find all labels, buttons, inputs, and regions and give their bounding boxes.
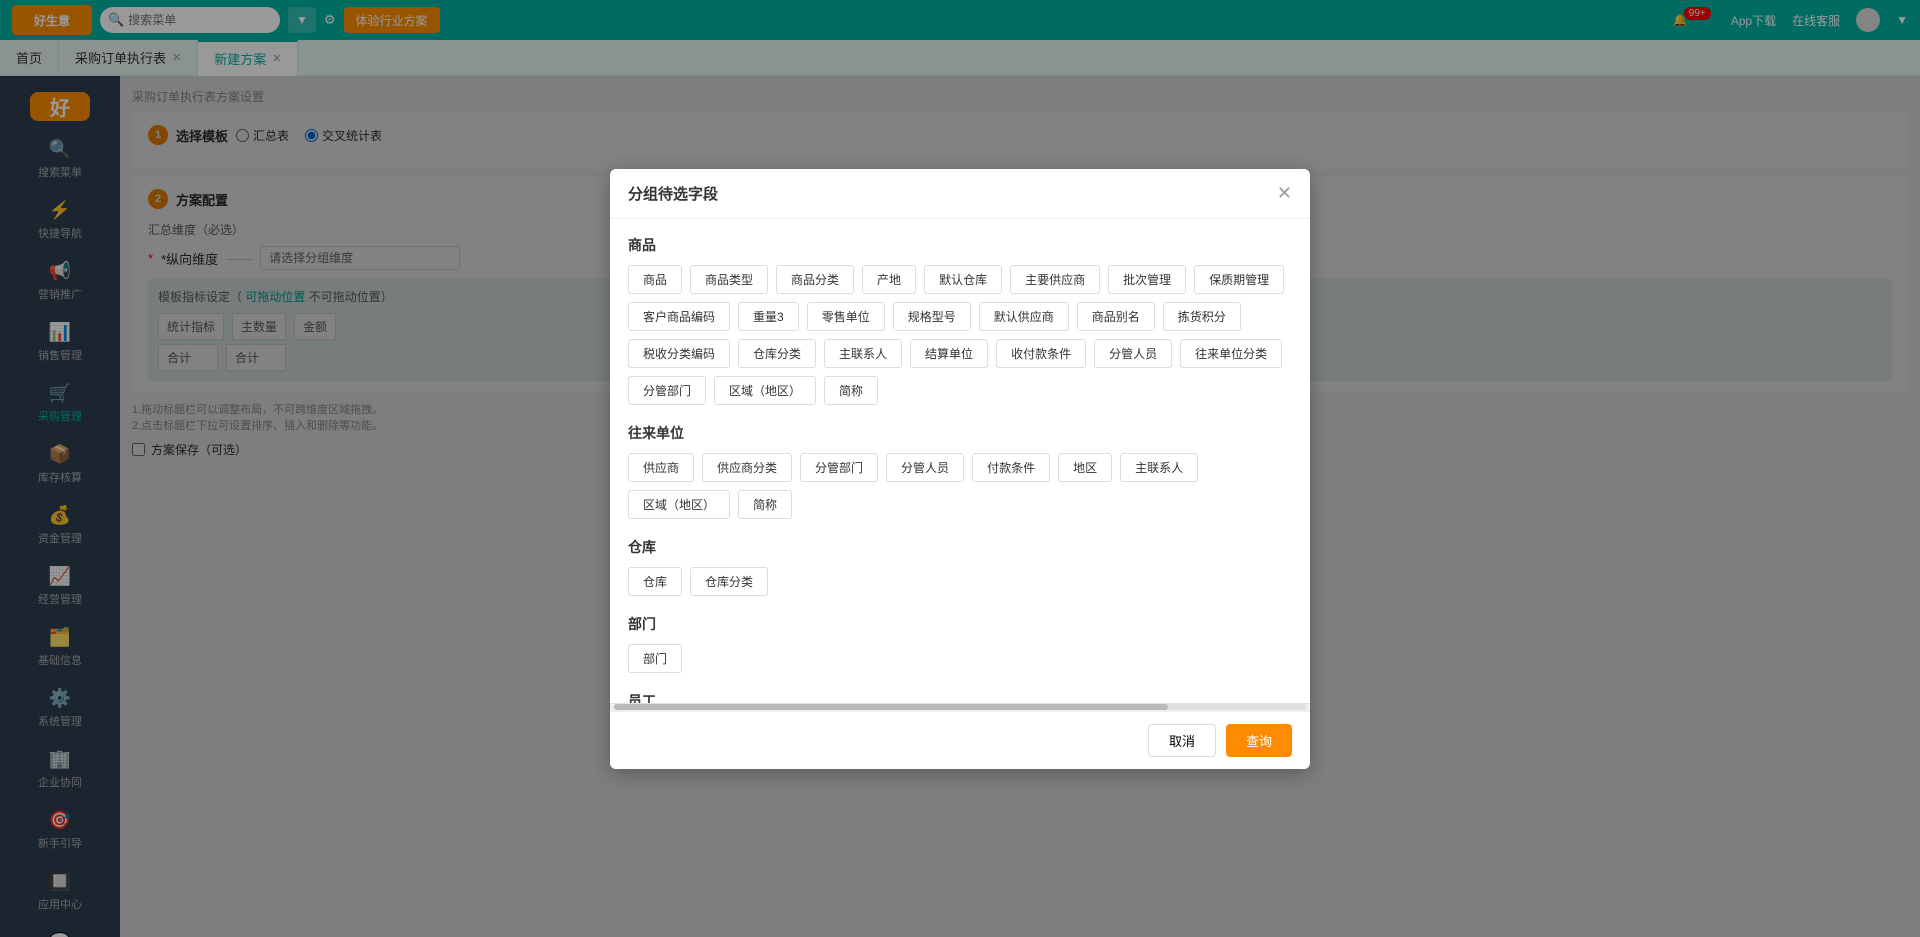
section-employee: 员工 业务员 (628, 691, 1292, 704)
tag-product-23[interactable]: 区域（地区） (714, 376, 816, 405)
section-partner: 往来单位 供应商 供应商分类 分管部门 分管人员 付款条件 地区 主联系人 区域… (628, 423, 1292, 519)
tag-product-17[interactable]: 主联系人 (824, 339, 902, 368)
section-product-title: 商品 (628, 235, 1292, 255)
tag-department-0[interactable]: 部门 (628, 644, 682, 673)
tag-product-18[interactable]: 结算单位 (910, 339, 988, 368)
dialog-title: 分组待选字段 (628, 183, 718, 204)
section-partner-tags: 供应商 供应商分类 分管部门 分管人员 付款条件 地区 主联系人 区域（地区） … (628, 453, 1292, 519)
tag-partner-6[interactable]: 主联系人 (1120, 453, 1198, 482)
section-warehouse: 仓库 仓库 仓库分类 (628, 537, 1292, 596)
tag-partner-5[interactable]: 地区 (1058, 453, 1112, 482)
section-warehouse-tags: 仓库 仓库分类 (628, 567, 1292, 596)
tag-product-0[interactable]: 商品 (628, 265, 682, 294)
tag-product-3[interactable]: 产地 (862, 265, 916, 294)
tag-product-10[interactable]: 零售单位 (807, 302, 885, 331)
tag-product-11[interactable]: 规格型号 (893, 302, 971, 331)
tag-product-8[interactable]: 客户商品编码 (628, 302, 730, 331)
tag-product-12[interactable]: 默认供应商 (979, 302, 1069, 331)
tag-product-20[interactable]: 分管人员 (1094, 339, 1172, 368)
field-select-dialog: 分组待选字段 ✕ 商品 商品 商品类型 商品分类 产地 默认仓库 主要供应商 批… (610, 169, 1310, 769)
section-product-tags: 商品 商品类型 商品分类 产地 默认仓库 主要供应商 批次管理 保质期管理 客户… (628, 265, 1292, 405)
tag-partner-7[interactable]: 区域（地区） (628, 490, 730, 519)
tag-warehouse-1[interactable]: 仓库分类 (690, 567, 768, 596)
tag-product-2[interactable]: 商品分类 (776, 265, 854, 294)
tag-product-19[interactable]: 收付款条件 (996, 339, 1086, 368)
tag-product-6[interactable]: 批次管理 (1108, 265, 1186, 294)
tag-product-1[interactable]: 商品类型 (690, 265, 768, 294)
tag-product-22[interactable]: 分管部门 (628, 376, 706, 405)
dialog-hscrollbar[interactable] (610, 703, 1310, 710)
tag-product-14[interactable]: 拣货积分 (1163, 302, 1241, 331)
dialog-footer: 取消 查询 (610, 711, 1310, 769)
confirm-button[interactable]: 查询 (1226, 724, 1292, 757)
section-department: 部门 部门 (628, 614, 1292, 673)
tag-product-15[interactable]: 税收分类编码 (628, 339, 730, 368)
dialog-overlay: 分组待选字段 ✕ 商品 商品 商品类型 商品分类 产地 默认仓库 主要供应商 批… (0, 0, 1920, 937)
tag-partner-0[interactable]: 供应商 (628, 453, 694, 482)
tag-partner-8[interactable]: 简称 (738, 490, 792, 519)
tag-partner-3[interactable]: 分管人员 (886, 453, 964, 482)
tag-partner-2[interactable]: 分管部门 (800, 453, 878, 482)
tag-product-7[interactable]: 保质期管理 (1194, 265, 1284, 294)
section-product: 商品 商品 商品类型 商品分类 产地 默认仓库 主要供应商 批次管理 保质期管理… (628, 235, 1292, 405)
tag-warehouse-0[interactable]: 仓库 (628, 567, 682, 596)
section-department-title: 部门 (628, 614, 1292, 634)
dialog-header: 分组待选字段 ✕ (610, 169, 1310, 219)
tag-partner-4[interactable]: 付款条件 (972, 453, 1050, 482)
section-employee-title: 员工 (628, 691, 1292, 704)
tag-product-5[interactable]: 主要供应商 (1010, 265, 1100, 294)
tag-product-21[interactable]: 往来单位分类 (1180, 339, 1282, 368)
section-partner-title: 往来单位 (628, 423, 1292, 443)
tag-product-16[interactable]: 仓库分类 (738, 339, 816, 368)
cancel-button[interactable]: 取消 (1148, 724, 1216, 757)
section-warehouse-title: 仓库 (628, 537, 1292, 557)
dialog-body: 商品 商品 商品类型 商品分类 产地 默认仓库 主要供应商 批次管理 保质期管理… (610, 219, 1310, 704)
section-department-tags: 部门 (628, 644, 1292, 673)
tag-product-24[interactable]: 简称 (824, 376, 878, 405)
tag-product-9[interactable]: 重量3 (738, 302, 799, 331)
tag-partner-1[interactable]: 供应商分类 (702, 453, 792, 482)
tag-product-13[interactable]: 商品别名 (1077, 302, 1155, 331)
dialog-close-btn[interactable]: ✕ (1277, 183, 1292, 204)
tag-product-4[interactable]: 默认仓库 (924, 265, 1002, 294)
